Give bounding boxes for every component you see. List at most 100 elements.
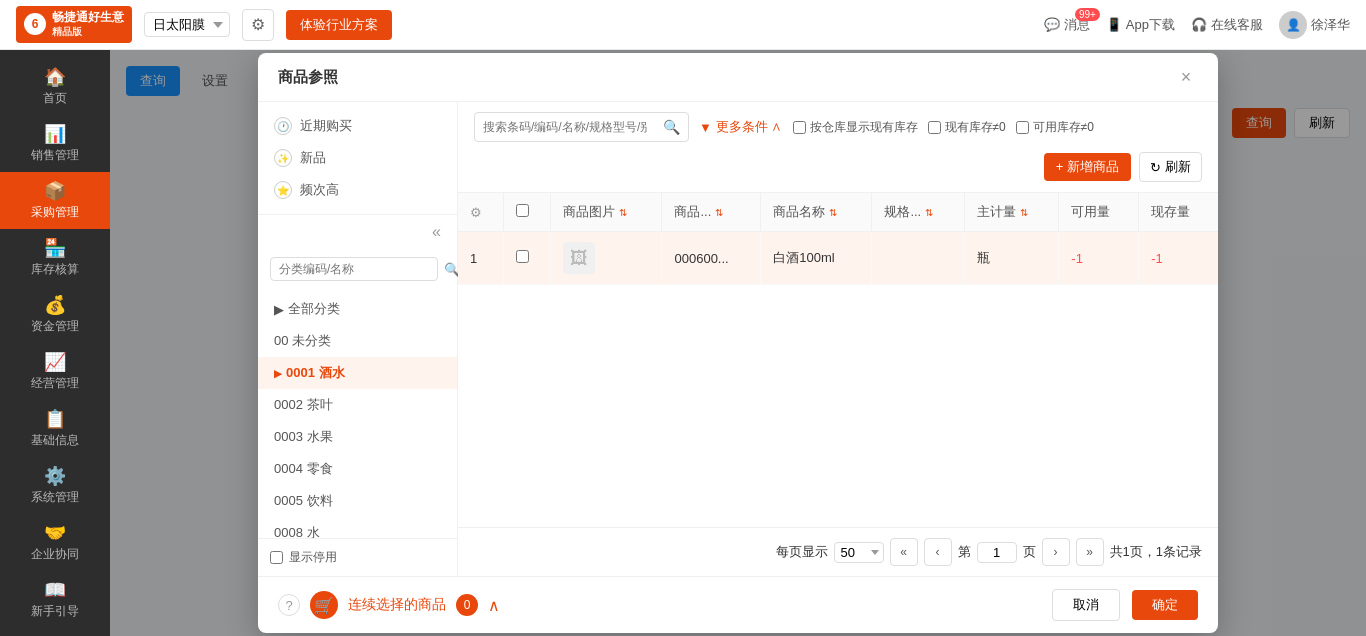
sidebar-item-system[interactable]: ⚙️ 系统管理 — [0, 457, 110, 514]
sidebar-item-enterprise[interactable]: 🤝 企业协同 — [0, 514, 110, 571]
basic-icon: 📋 — [44, 408, 66, 430]
last-page-btn[interactable]: » — [1076, 538, 1104, 566]
category-alcohol-arrow: ▶ — [274, 368, 282, 379]
category-list: ▶ 全部分类 00 未分类 ▶ 0001 酒水 0002 茶 — [258, 289, 457, 538]
col-stock: 现存量 — [1139, 193, 1218, 232]
sidebar-item-guide[interactable]: 📖 新手引导 — [0, 571, 110, 628]
message-badge: 99+ — [1075, 8, 1100, 21]
modal-close-button[interactable]: × — [1174, 65, 1198, 89]
trial-button[interactable]: 体验行业方案 — [286, 10, 392, 40]
quick-link-new[interactable]: ✨ 新品 — [258, 142, 457, 174]
quick-link-recent[interactable]: 🕐 近期购买 — [258, 110, 457, 142]
refresh-button[interactable]: ↻ 刷新 — [1139, 152, 1202, 182]
category-item-fruit[interactable]: 0003 水果 — [258, 421, 457, 453]
modal-title: 商品参照 — [278, 68, 338, 87]
cell-checkbox — [504, 232, 551, 285]
sales-icon: 📊 — [44, 123, 66, 145]
finance-icon: 💰 — [44, 294, 66, 316]
category-item-unclassified[interactable]: 00 未分类 — [258, 325, 457, 357]
user-menu[interactable]: 👤 徐泽华 — [1279, 11, 1350, 39]
search-input[interactable] — [475, 120, 655, 134]
category-all-label: 全部分类 — [288, 300, 340, 318]
nav-dropdown[interactable]: 日太阳膜 — [144, 12, 230, 37]
sidebar-item-operation-label: 经营管理 — [31, 375, 79, 392]
confirm-button[interactable]: 确定 — [1132, 590, 1198, 620]
filter-label: 更多条件 ∧ — [716, 118, 783, 136]
col-image[interactable]: 商品图片⇅ — [551, 193, 662, 232]
checkbox-stock[interactable]: 现有库存≠0 — [928, 119, 1006, 136]
left-panel: 🕐 近期购买 ✨ 新品 ⭐ 频次高 — [258, 102, 458, 576]
next-page-btn[interactable]: › — [1042, 538, 1070, 566]
sidebar-item-finance[interactable]: 💰 资金管理 — [0, 286, 110, 343]
add-product-button[interactable]: + 新增商品 — [1044, 153, 1131, 181]
available-checkbox[interactable] — [1016, 121, 1029, 134]
table-header: ⚙ 商品图片⇅ 商品...⇅ 商品名称⇅ 规格...⇅ 主计量⇅ 可用量 现存 — [458, 193, 1218, 232]
available-label: 可用库存≠0 — [1033, 119, 1094, 136]
category-tea-label: 0002 茶叶 — [274, 396, 333, 414]
cart-icon[interactable]: 🛒 — [310, 591, 338, 619]
category-search-input[interactable] — [270, 257, 438, 281]
product-table: ⚙ 商品图片⇅ 商品...⇅ 商品名称⇅ 规格...⇅ 主计量⇅ 可用量 现存 — [458, 193, 1218, 285]
system-icon: ⚙️ — [44, 465, 66, 487]
sidebar-item-basic[interactable]: 📋 基础信息 — [0, 400, 110, 457]
col-checkbox — [504, 193, 551, 232]
product-image: 🖼 — [563, 242, 595, 274]
logo-text: 畅捷通好生意 精品版 — [52, 10, 124, 38]
cell-stock: -1 — [1139, 232, 1218, 285]
warehouse-checkbox[interactable] — [793, 121, 806, 134]
recent-icon: 🕐 — [274, 117, 292, 135]
col-unit[interactable]: 主计量⇅ — [964, 193, 1059, 232]
row-checkbox[interactable] — [516, 250, 529, 263]
category-item-alcohol[interactable]: ▶ 0001 酒水 — [258, 357, 457, 389]
left-panel-collapse-btn[interactable]: « — [424, 219, 449, 245]
quick-link-new-label: 新品 — [300, 149, 326, 167]
quick-links: 🕐 近期购买 ✨ 新品 ⭐ 频次高 — [258, 102, 457, 215]
cell-image: 🖼 — [551, 232, 662, 285]
category-item-drink[interactable]: 0005 饮料 — [258, 485, 457, 517]
content-area: 查询 设置 查询 刷新 商品参照 × — [110, 50, 1366, 636]
checkbox-warehouse[interactable]: 按仓库显示现有库存 — [793, 119, 918, 136]
sidebar-item-home-label: 首页 — [43, 90, 67, 107]
col-spec[interactable]: 规格...⇅ — [872, 193, 964, 232]
category-item-all[interactable]: ▶ 全部分类 — [258, 293, 457, 325]
sidebar-item-operation[interactable]: 📈 经营管理 — [0, 343, 110, 400]
stock-checkbox[interactable] — [928, 121, 941, 134]
checkbox-available[interactable]: 可用库存≠0 — [1016, 119, 1094, 136]
online-service-nav[interactable]: 🎧 在线客服 — [1191, 16, 1263, 34]
avatar: 👤 — [1279, 11, 1307, 39]
messages-nav[interactable]: 💬 消息 99+ — [1044, 16, 1090, 34]
right-panel: 🔍 ▼ 更多条件 ∧ 按仓库显示现有库存 — [458, 102, 1218, 576]
sidebar-item-apps[interactable]: 📱 应用中心 — [0, 628, 110, 636]
first-page-btn[interactable]: « — [890, 538, 918, 566]
nav-right: 💬 消息 99+ 📱 App下载 🎧 在线客服 👤 徐泽华 — [1044, 11, 1350, 39]
footer-collapse-arrow[interactable]: ∧ — [488, 596, 500, 615]
quick-link-frequent-label: 频次高 — [300, 181, 339, 199]
category-item-water[interactable]: 0008 水 — [258, 517, 457, 538]
search-button[interactable]: 🔍 — [655, 119, 688, 135]
unit-sort-icon: ⇅ — [1020, 207, 1028, 218]
sidebar-item-purchase[interactable]: 📦 采购管理 — [0, 172, 110, 229]
sidebar-item-sales[interactable]: 📊 销售管理 — [0, 115, 110, 172]
table-container: ⚙ 商品图片⇅ 商品...⇅ 商品名称⇅ 规格...⇅ 主计量⇅ 可用量 现存 — [458, 193, 1218, 527]
per-page-select[interactable]: 50 10 20 100 — [834, 542, 884, 563]
col-code[interactable]: 商品...⇅ — [662, 193, 761, 232]
settings-icon[interactable]: ⚙ — [242, 9, 274, 41]
table-row[interactable]: 1 🖼 000600... 白酒100ml 瓶 — [458, 232, 1218, 285]
filter-button[interactable]: ▼ 更多条件 ∧ — [699, 118, 783, 136]
help-icon[interactable]: ? — [278, 594, 300, 616]
cancel-button[interactable]: 取消 — [1052, 589, 1120, 621]
category-item-tea[interactable]: 0002 茶叶 — [258, 389, 457, 421]
app-download-nav[interactable]: 📱 App下载 — [1106, 16, 1175, 34]
col-settings[interactable]: ⚙ — [458, 193, 504, 232]
show-disabled-checkbox[interactable] — [270, 551, 283, 564]
col-name[interactable]: 商品名称⇅ — [761, 193, 872, 232]
sidebar-item-inventory[interactable]: 🏪 库存核算 — [0, 229, 110, 286]
category-item-snack[interactable]: 0004 零食 — [258, 453, 457, 485]
page-number-input[interactable] — [977, 542, 1017, 563]
prev-page-btn[interactable]: ‹ — [924, 538, 952, 566]
sidebar-item-sales-label: 销售管理 — [31, 147, 79, 164]
sidebar-item-home[interactable]: 🏠 首页 — [0, 58, 110, 115]
select-all-checkbox[interactable] — [516, 204, 529, 217]
quick-link-frequent[interactable]: ⭐ 频次高 — [258, 174, 457, 206]
cell-spec — [872, 232, 964, 285]
